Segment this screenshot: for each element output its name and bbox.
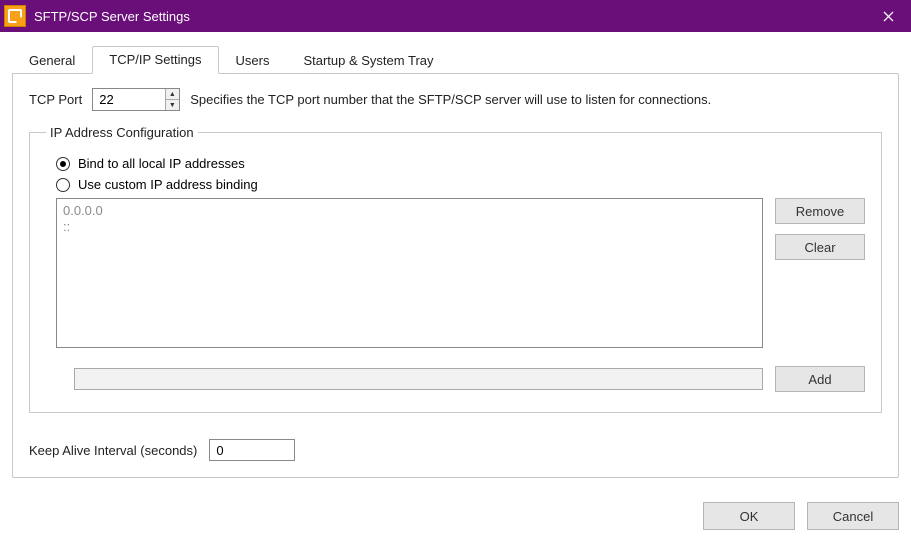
tab-startup[interactable]: Startup & System Tray bbox=[286, 47, 450, 74]
remove-button[interactable]: Remove bbox=[775, 198, 865, 224]
titlebar: SFTP/SCP Server Settings bbox=[0, 0, 911, 32]
add-ip-input[interactable] bbox=[74, 368, 763, 390]
window-close-button[interactable] bbox=[865, 0, 911, 32]
ip-list-item[interactable]: 0.0.0.0 bbox=[63, 203, 756, 219]
radio-icon bbox=[56, 178, 70, 192]
tab-tcpip[interactable]: TCP/IP Settings bbox=[92, 46, 218, 74]
cancel-button[interactable]: Cancel bbox=[807, 502, 899, 530]
tcp-port-spinner[interactable]: ▲ ▼ bbox=[92, 88, 180, 111]
ip-list-item[interactable]: :: bbox=[63, 219, 756, 235]
tab-users[interactable]: Users bbox=[219, 47, 287, 74]
tcp-port-label: TCP Port bbox=[29, 92, 82, 107]
keepalive-input[interactable] bbox=[209, 439, 295, 461]
dialog-footer: OK Cancel bbox=[12, 488, 899, 530]
radio-bind-all-label: Bind to all local IP addresses bbox=[78, 156, 245, 171]
spinner-up-icon[interactable]: ▲ bbox=[166, 89, 180, 100]
tcp-port-hint: Specifies the TCP port number that the S… bbox=[190, 92, 711, 107]
radio-icon bbox=[56, 157, 70, 171]
client-area: General TCP/IP Settings Users Startup & … bbox=[0, 32, 911, 542]
radio-custom-label: Use custom IP address binding bbox=[78, 177, 258, 192]
window-title: SFTP/SCP Server Settings bbox=[34, 9, 865, 24]
ip-list[interactable]: 0.0.0.0 :: bbox=[56, 198, 763, 348]
ok-button[interactable]: OK bbox=[703, 502, 795, 530]
radio-bind-all[interactable]: Bind to all local IP addresses bbox=[56, 156, 865, 171]
clear-button[interactable]: Clear bbox=[775, 234, 865, 260]
add-button[interactable]: Add bbox=[775, 366, 865, 392]
close-icon bbox=[883, 11, 894, 22]
app-icon bbox=[4, 5, 26, 27]
ip-config-legend: IP Address Configuration bbox=[46, 125, 198, 140]
tab-panel-tcpip: TCP Port ▲ ▼ Specifies the TCP port numb… bbox=[12, 73, 899, 478]
spinner-down-icon[interactable]: ▼ bbox=[166, 100, 180, 110]
ip-config-group: IP Address Configuration Bind to all loc… bbox=[29, 125, 882, 413]
tcp-port-input[interactable] bbox=[93, 89, 164, 110]
radio-custom-binding[interactable]: Use custom IP address binding bbox=[56, 177, 865, 192]
keepalive-label: Keep Alive Interval (seconds) bbox=[29, 443, 197, 458]
tab-general[interactable]: General bbox=[12, 47, 92, 74]
spinner-arrows: ▲ ▼ bbox=[165, 89, 180, 110]
tab-strip: General TCP/IP Settings Users Startup & … bbox=[12, 46, 899, 74]
